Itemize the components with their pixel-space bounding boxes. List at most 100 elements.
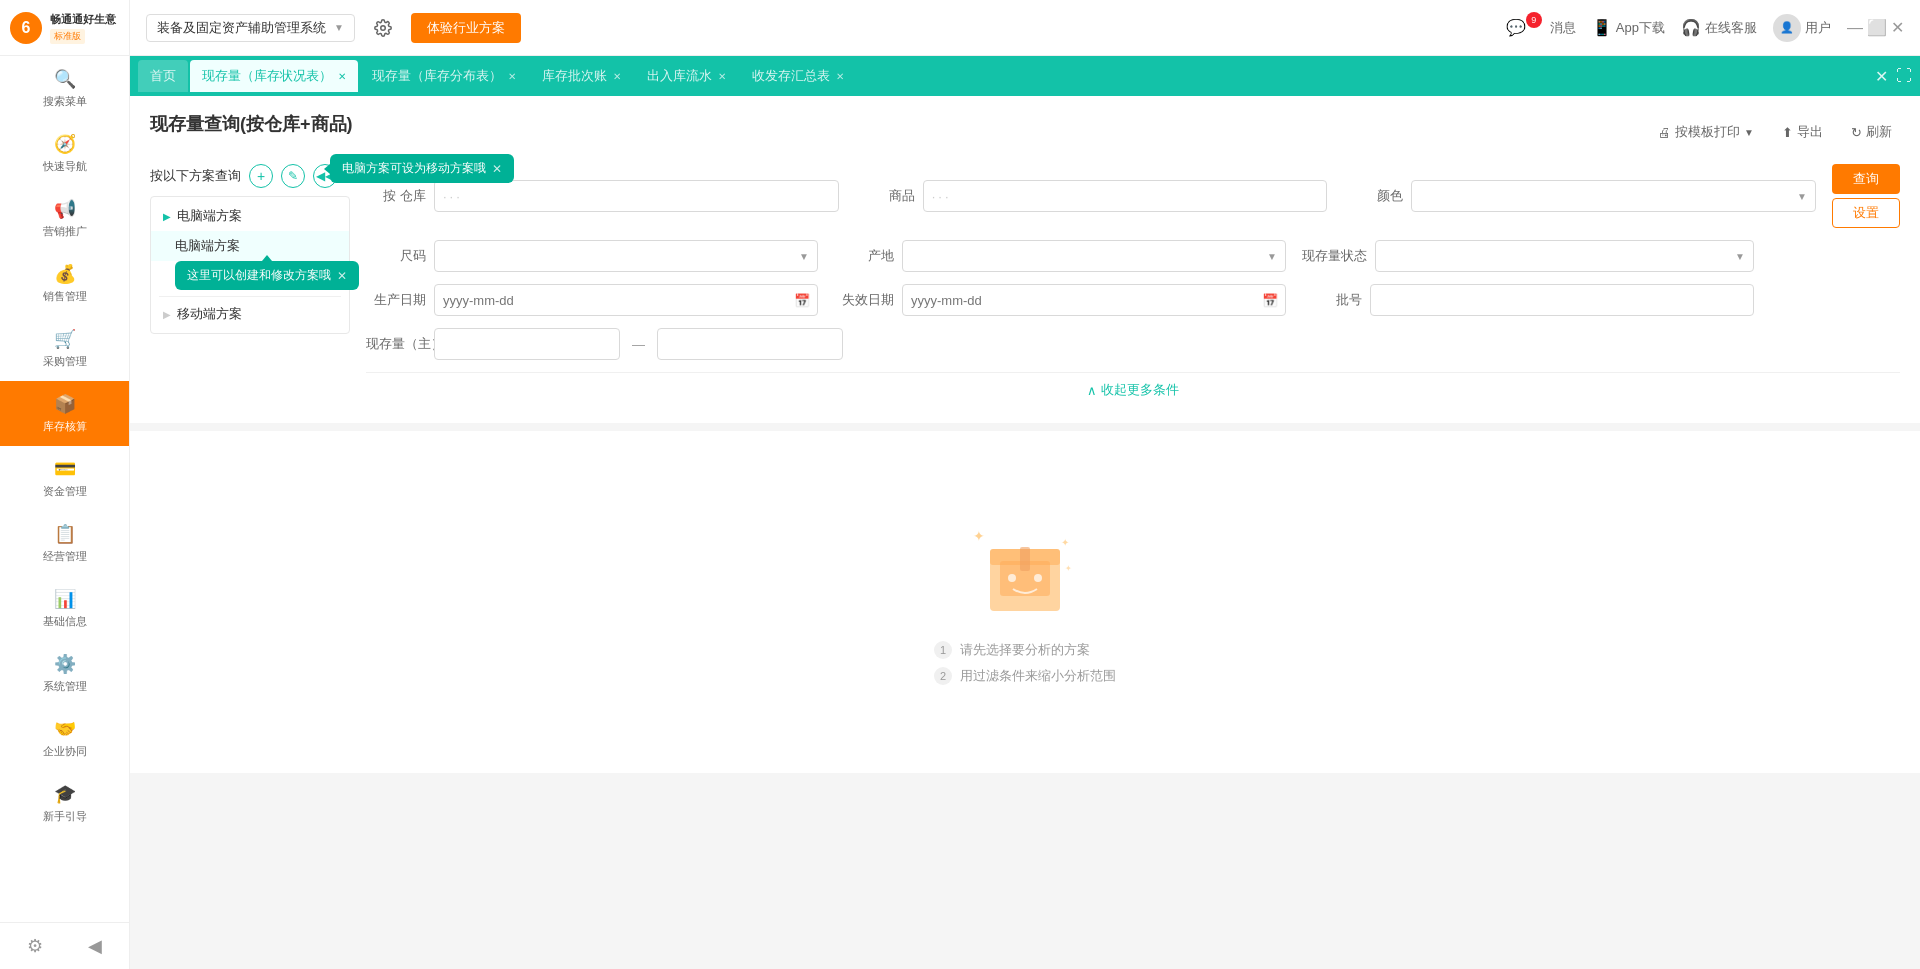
scheme-item-mobile[interactable]: ▶ 移动端方案 [151,299,349,329]
sidebar-collapse-btn[interactable]: ◀ [84,931,106,961]
collapse-btn[interactable]: ∧ 收起更多条件 [366,372,1900,407]
tooltip2-close[interactable]: ✕ [337,269,347,283]
stock-qty-dash: — [632,337,645,352]
sidebar-item-guide[interactable]: 🎓 新手引导 [0,771,129,836]
svg-text:✦: ✦ [1065,564,1072,573]
tab-bar-actions: ✕ ⛶ [1875,67,1912,86]
online-service-action[interactable]: 🎧 在线客服 [1681,18,1757,37]
goods-input[interactable]: ··· [923,180,1328,212]
prod-date-input[interactable] [434,284,818,316]
sidebar-item-purchase[interactable]: 🛒 采购管理 [0,316,129,381]
sidebar-settings-btn[interactable]: ⚙ [23,931,47,961]
header-right-actions: — ⬜ ✕ [1847,18,1904,37]
origin-dropdown[interactable]: ▼ [902,240,1286,272]
online-service-label: 在线客服 [1705,19,1757,37]
sidebar-item-finance[interactable]: 💳 资金管理 [0,446,129,511]
tab-batch-account[interactable]: 库存批次账 ✕ [530,60,633,92]
warehouse-input[interactable]: ··· [434,180,839,212]
size-dropdown[interactable]: ▼ [434,240,818,272]
tab-recv-summary[interactable]: 收发存汇总表 ✕ [740,60,856,92]
empty-hint-2: 2 用过滤条件来缩小分析范围 [934,667,1116,685]
industry-button[interactable]: 体验行业方案 [411,13,521,43]
color-dropdown[interactable]: ▼ [1411,180,1816,212]
page-header-actions: 🖨 按模板打印 ▼ ⬆ 导出 ↻ 刷新 [1650,119,1900,145]
notification-action[interactable]: 💬 9 消息 [1506,18,1576,37]
sidebar-label-cooperation: 企业协同 [43,744,87,759]
filter-row-4: 现存量（主） — [366,328,1900,360]
export-icon: ⬆ [1782,125,1793,140]
tab-close-batch-account[interactable]: ✕ [613,71,621,82]
tab-inventory-status[interactable]: 现存量（库存状况表） ✕ [190,60,358,92]
filter-row-2: 尺码 ▼ 产地 ▼ [366,240,1900,272]
user-action[interactable]: 👤 用户 [1773,14,1831,42]
user-label: 用户 [1805,19,1831,37]
svg-text:✦: ✦ [973,528,985,544]
tab-inventory-dist[interactable]: 现存量（库存分布表） ✕ [360,60,528,92]
app-download-action[interactable]: 📱 App下载 [1592,18,1665,37]
sidebar-label-guide: 新手引导 [43,809,87,824]
tab-fullscreen-btn[interactable]: ⛶ [1896,67,1912,85]
cooperation-icon: 🤝 [54,718,76,740]
chevron-down-icon: ▼ [1744,127,1754,138]
batch-input[interactable] [1370,284,1754,316]
prod-date-calendar-icon[interactable]: 📅 [794,293,810,308]
sidebar-label-purchase: 采购管理 [43,354,87,369]
sidebar-label-system: 系统管理 [43,679,87,694]
scheme-desktop-label: 电脑端方案 [177,207,242,225]
tab-close-in-out-flow[interactable]: ✕ [718,71,726,82]
sidebar-item-inventory[interactable]: 📦 库存核算 [0,381,129,446]
stock-qty-min-input[interactable] [434,328,620,360]
tab-in-out-flow[interactable]: 出入库流水 ✕ [635,60,738,92]
edit-scheme-btn[interactable]: ✎ [281,164,305,188]
system-select[interactable]: 装备及固定资产辅助管理系统 ▼ [146,14,355,42]
sidebar-item-cooperation[interactable]: 🤝 企业协同 [0,706,129,771]
empty-hints: 1 请先选择要分析的方案 2 用过滤条件来缩小分析范围 [934,641,1116,693]
stock-status-dropdown[interactable]: ▼ [1375,240,1754,272]
expire-date-input[interactable] [902,284,1286,316]
sidebar-item-search[interactable]: 🔍 搜索菜单 [0,56,129,121]
avatar-text: 👤 [1780,21,1794,34]
sidebar-item-marketing[interactable]: 📢 营销推广 [0,186,129,251]
empty-content: ✦ ✦ ✦ 1 请先选择要分析的方案 2 用过滤条件来缩小分析范围 [934,511,1116,693]
tooltip-create-scheme: 这里可以创建和修改方案哦 ✕ [175,261,359,290]
scheme-item-desktop[interactable]: ▶ 电脑端方案 [151,201,349,231]
sales-icon: 💰 [54,263,76,285]
tab-home[interactable]: 首页 [138,60,188,92]
sidebar-item-operations[interactable]: 📋 经营管理 [0,511,129,576]
sidebar-item-basic-info[interactable]: 📊 基础信息 [0,576,129,641]
refresh-icon: ↻ [1851,125,1862,140]
chevron-down-icon: ▼ [334,22,344,33]
print-btn[interactable]: 🖨 按模板打印 ▼ [1650,119,1762,145]
tab-close-inventory-dist[interactable]: ✕ [508,71,516,82]
reset-button[interactable]: 设置 [1832,198,1900,228]
sidebar-item-quick-nav[interactable]: 🧭 快速导航 [0,121,129,186]
tab-close-inventory-status[interactable]: ✕ [338,71,346,82]
hint-num-2: 2 [934,667,952,685]
tab-close-all-btn[interactable]: ✕ [1875,67,1888,86]
print-label: 按模板打印 [1675,123,1740,141]
sidebar-item-system[interactable]: ⚙️ 系统管理 [0,641,129,706]
sidebar-item-sales[interactable]: 💰 销售管理 [0,251,129,316]
settings-button[interactable] [367,12,399,44]
tooltip1-close[interactable]: ✕ [492,162,502,176]
sidebar-label-sales: 销售管理 [43,289,87,304]
warehouse-dots: ··· [443,189,463,204]
filter-origin: 产地 ▼ [834,240,1286,272]
filter-expire-date: 失效日期 📅 [834,284,1286,316]
add-scheme-btn[interactable]: + [249,164,273,188]
tab-close-recv-summary[interactable]: ✕ [836,71,844,82]
maximize-icon[interactable]: ⬜ [1867,18,1887,37]
refresh-btn[interactable]: ↻ 刷新 [1843,119,1900,145]
scheme-subitem[interactable]: 电脑端方案 [151,231,349,261]
close-icon[interactable]: ✕ [1891,18,1904,37]
service-icon: 🎧 [1681,18,1701,37]
export-btn[interactable]: ⬆ 导出 [1774,119,1831,145]
expire-date-calendar-icon[interactable]: 📅 [1262,293,1278,308]
search-button[interactable]: 查询 [1832,164,1900,194]
stock-status-label: 现存量状态 [1302,247,1367,265]
empty-illustration: ✦ ✦ ✦ [965,511,1085,621]
svg-point-5 [1034,574,1042,582]
minimize-icon[interactable]: — [1847,19,1863,37]
stock-qty-max-input[interactable] [657,328,843,360]
sidebar-label-quick-nav: 快速导航 [43,159,87,174]
